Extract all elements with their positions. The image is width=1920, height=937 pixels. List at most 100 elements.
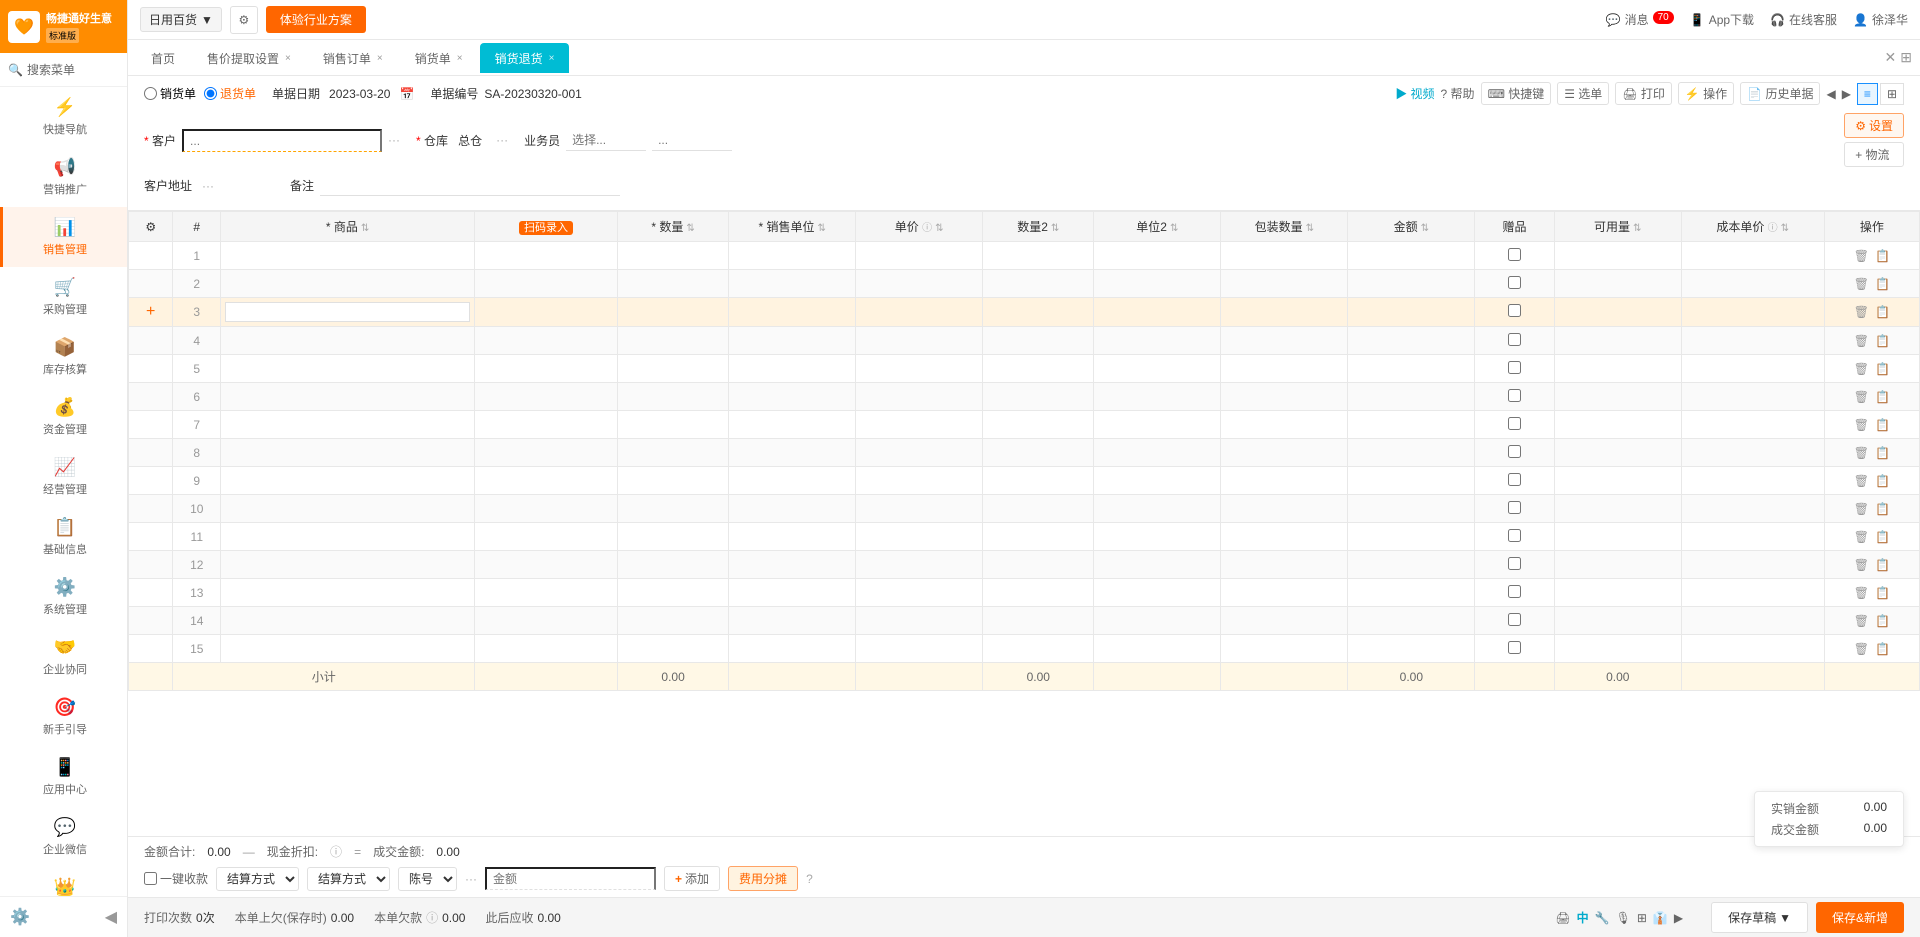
sidebar-item-system[interactable]: ⚙️ 系统管理 [0, 567, 127, 627]
account-select[interactable]: 陈号 [398, 867, 457, 891]
sidebar-item-apps[interactable]: 📱 应用中心 [0, 747, 127, 807]
print-btn[interactable]: 🖨 打印 [1615, 82, 1672, 105]
logistics-btn[interactable]: + 物流 [1844, 142, 1904, 167]
gift-checkbox[interactable] [1508, 585, 1521, 598]
bottom-tool5[interactable]: ▶ [1674, 911, 1683, 925]
settings-btn[interactable]: ⚙ 设置 [1844, 113, 1904, 138]
gift-cell[interactable] [1475, 298, 1554, 327]
delete-icon[interactable]: 🗑 [1854, 390, 1869, 404]
product-cell[interactable] [221, 579, 475, 607]
gift-cell[interactable] [1475, 439, 1554, 467]
copy-icon[interactable]: 📋 [1875, 277, 1890, 291]
tab-expand[interactable]: ⊞ [1900, 49, 1912, 66]
topbar-settings-btn[interactable]: ⚙ [230, 6, 258, 34]
delete-icon[interactable]: 🗑 [1854, 474, 1869, 488]
gift-checkbox[interactable] [1508, 389, 1521, 402]
select-order-btn[interactable]: ☰ 选单 [1557, 82, 1609, 105]
sidebar-item-quick-nav[interactable]: ⚡ 快捷导航 [0, 87, 127, 147]
tab-sales-return[interactable]: 销货退货 × [480, 43, 570, 73]
product-cell[interactable] [221, 411, 475, 439]
sidebar-item-purchase[interactable]: 🛒 采购管理 [0, 267, 127, 327]
notes-input[interactable] [320, 175, 620, 196]
gift-checkbox[interactable] [1508, 473, 1521, 486]
view-list-btn[interactable]: ≡ [1857, 83, 1878, 105]
history-btn[interactable]: 📄 历史单据 [1740, 82, 1820, 105]
sidebar-item-operations[interactable]: 📈 经营管理 [0, 447, 127, 507]
gift-cell[interactable] [1475, 635, 1554, 663]
sidebar-item-marketing[interactable]: 📢 营销推广 [0, 147, 127, 207]
product-cell[interactable] [221, 270, 475, 298]
sidebar-item-sales[interactable]: 📊 销售管理 [0, 207, 127, 267]
product-cell[interactable] [221, 467, 475, 495]
gift-cell[interactable] [1475, 579, 1554, 607]
gift-checkbox[interactable] [1508, 417, 1521, 430]
fee-help-icon[interactable]: ? [806, 872, 813, 886]
bottom-tool4[interactable]: 👔 [1653, 911, 1668, 925]
product-cell[interactable] [221, 495, 475, 523]
product-cell[interactable] [221, 635, 475, 663]
delete-icon[interactable]: 🗑 [1854, 642, 1869, 656]
gift-checkbox[interactable] [1508, 248, 1521, 261]
radio-return[interactable]: 退货单 [204, 85, 256, 102]
delete-icon[interactable]: 🗑 [1854, 530, 1869, 544]
product-cell[interactable] [221, 607, 475, 635]
payment-method-select[interactable]: 结算方式 [216, 867, 299, 891]
bottom-print-icon[interactable]: 🖨 [1555, 911, 1570, 925]
gift-cell[interactable] [1475, 411, 1554, 439]
help-btn[interactable]: ? 帮助 [1441, 85, 1475, 102]
payment-method-select2[interactable]: 结算方式 [307, 867, 390, 891]
sidebar-item-finance[interactable]: 💰 资金管理 [0, 387, 127, 447]
copy-icon[interactable]: 📋 [1875, 474, 1890, 488]
qty-cell[interactable] [618, 298, 729, 327]
gift-checkbox[interactable] [1508, 304, 1521, 317]
app-download-btn[interactable]: 📱 App下载 [1690, 11, 1754, 28]
product-input[interactable] [225, 302, 470, 322]
gift-cell[interactable] [1475, 355, 1554, 383]
copy-icon[interactable]: 📋 [1875, 446, 1890, 460]
delete-icon[interactable]: 🗑 [1854, 586, 1869, 600]
copy-icon[interactable]: 📋 [1875, 305, 1890, 319]
user-info[interactable]: 👤 徐泽华 [1853, 11, 1908, 28]
gift-cell[interactable] [1475, 523, 1554, 551]
save-new-btn[interactable]: 保存&新增 [1816, 902, 1904, 933]
add-payment-btn[interactable]: + 添加 [664, 866, 720, 891]
gift-checkbox[interactable] [1508, 641, 1521, 654]
product-cell[interactable] [221, 327, 475, 355]
delete-icon[interactable]: 🗑 [1854, 502, 1869, 516]
gift-checkbox[interactable] [1508, 557, 1521, 570]
delete-icon[interactable]: 🗑 [1854, 305, 1869, 319]
sidebar-item-basic[interactable]: 📋 基础信息 [0, 507, 127, 567]
tab-close-sales-return[interactable]: × [549, 53, 555, 64]
address-more-btn[interactable]: ··· [202, 179, 214, 193]
product-cell[interactable] [221, 298, 475, 327]
bottom-tool2[interactable]: 🎙 [1616, 911, 1631, 925]
customer-input[interactable] [182, 129, 382, 152]
nav-next[interactable]: ▶ [1842, 87, 1851, 101]
notification-btn[interactable]: 💬 消息 70 [1606, 11, 1674, 28]
gift-checkbox[interactable] [1508, 276, 1521, 289]
customer-service-btn[interactable]: 🎧 在线客服 [1770, 11, 1837, 28]
collapse-icon[interactable]: ◀ [105, 907, 117, 927]
sales-unit-cell[interactable] [729, 298, 856, 327]
save-draft-btn[interactable]: 保存草稿 ▼ [1711, 902, 1808, 933]
delete-icon[interactable]: 🗑 [1854, 418, 1869, 432]
gift-cell[interactable] [1475, 495, 1554, 523]
fee-split-btn[interactable]: 费用分摊 [728, 866, 798, 891]
gift-checkbox[interactable] [1508, 613, 1521, 626]
sidebar-item-inventory[interactable]: 📦 库存核算 [0, 327, 127, 387]
one-click-payment-check[interactable]: 一键收款 [144, 870, 208, 887]
product-cell[interactable] [221, 383, 475, 411]
delete-icon[interactable]: 🗑 [1854, 362, 1869, 376]
bottom-tool3[interactable]: ⊞ [1637, 911, 1647, 925]
product-cell[interactable] [221, 355, 475, 383]
col-settings[interactable]: ⚙ [129, 212, 173, 242]
delete-icon[interactable]: 🗑 [1854, 277, 1869, 291]
col-barcode[interactable]: 扫码录入 [475, 212, 618, 242]
calendar-icon[interactable]: 📅 [399, 87, 414, 101]
row-gear-cell[interactable]: + [129, 298, 173, 327]
gift-checkbox[interactable] [1508, 445, 1521, 458]
shortcuts-btn[interactable]: ⌨ 快捷键 [1481, 82, 1552, 105]
sidebar-item-member[interactable]: 👑 畅会员 [0, 867, 127, 896]
bottom-chinese-icon[interactable]: 中 [1577, 909, 1589, 926]
staff-input2[interactable] [652, 130, 732, 151]
